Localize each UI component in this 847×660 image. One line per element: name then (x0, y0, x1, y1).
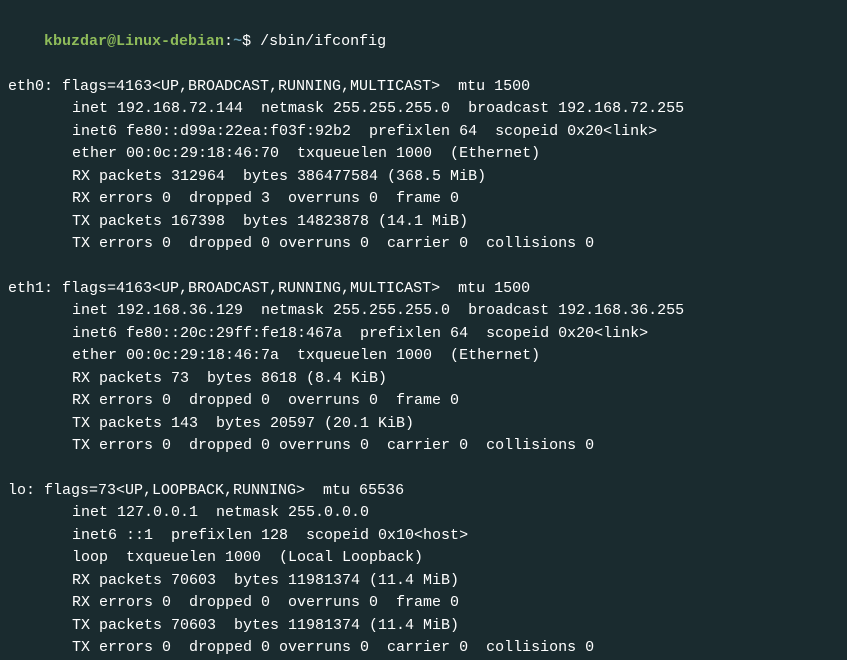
spacer (8, 256, 839, 278)
interface-line-rx-packets: RX packets 312964 bytes 386477584 (368.5… (8, 166, 839, 189)
prompt-user-host: kbuzdar@Linux-debian (44, 33, 224, 50)
interface-line-rx-errors: RX errors 0 dropped 0 overruns 0 frame 0 (8, 592, 839, 615)
prompt-symbol: $ (242, 33, 251, 50)
interface-line-rx-packets: RX packets 70603 bytes 11981374 (11.4 Mi… (8, 570, 839, 593)
terminal[interactable]: kbuzdar@Linux-debian:~$ /sbin/ifconfig e… (8, 8, 839, 660)
prompt-line: kbuzdar@Linux-debian:~$ /sbin/ifconfig (8, 8, 839, 76)
interface-eth1: eth1: flags=4163<UP,BROADCAST,RUNNING,MU… (8, 278, 839, 458)
interface-lo: lo: flags=73<UP,LOOPBACK,RUNNING> mtu 65… (8, 480, 839, 660)
interface-line-tx-packets: TX packets 143 bytes 20597 (20.1 KiB) (8, 413, 839, 436)
interface-line-tx-packets: TX packets 167398 bytes 14823878 (14.1 M… (8, 211, 839, 234)
interface-line-inet6: inet6 fe80::20c:29ff:fe18:467a prefixlen… (8, 323, 839, 346)
interface-line-ether: ether 00:0c:29:18:46:7a txqueuelen 1000 … (8, 345, 839, 368)
interface-line-tx-errors: TX errors 0 dropped 0 overruns 0 carrier… (8, 637, 839, 660)
interface-line-tx-errors: TX errors 0 dropped 0 overruns 0 carrier… (8, 233, 839, 256)
interface-header: eth1: flags=4163<UP,BROADCAST,RUNNING,MU… (8, 278, 839, 301)
command-text: /sbin/ifconfig (260, 33, 386, 50)
spacer (8, 458, 839, 480)
prompt-separator: : (224, 33, 233, 50)
interface-line-loop: loop txqueuelen 1000 (Local Loopback) (8, 547, 839, 570)
interface-line-tx-errors: TX errors 0 dropped 0 overruns 0 carrier… (8, 435, 839, 458)
interface-line-ether: ether 00:0c:29:18:46:70 txqueuelen 1000 … (8, 143, 839, 166)
interface-header: lo: flags=73<UP,LOOPBACK,RUNNING> mtu 65… (8, 480, 839, 503)
interface-line-rx-errors: RX errors 0 dropped 0 overruns 0 frame 0 (8, 390, 839, 413)
interface-line-rx-packets: RX packets 73 bytes 8618 (8.4 KiB) (8, 368, 839, 391)
interface-line-rx-errors: RX errors 0 dropped 3 overruns 0 frame 0 (8, 188, 839, 211)
prompt-path: ~ (233, 33, 242, 50)
interface-line-inet: inet 192.168.72.144 netmask 255.255.255.… (8, 98, 839, 121)
interface-header: eth0: flags=4163<UP,BROADCAST,RUNNING,MU… (8, 76, 839, 99)
interface-line-tx-packets: TX packets 70603 bytes 11981374 (11.4 Mi… (8, 615, 839, 638)
interface-eth0: eth0: flags=4163<UP,BROADCAST,RUNNING,MU… (8, 76, 839, 256)
interface-line-inet6: inet6 ::1 prefixlen 128 scopeid 0x10<hos… (8, 525, 839, 548)
interface-line-inet: inet 192.168.36.129 netmask 255.255.255.… (8, 300, 839, 323)
interface-line-inet: inet 127.0.0.1 netmask 255.0.0.0 (8, 502, 839, 525)
interface-line-inet6: inet6 fe80::d99a:22ea:f03f:92b2 prefixle… (8, 121, 839, 144)
